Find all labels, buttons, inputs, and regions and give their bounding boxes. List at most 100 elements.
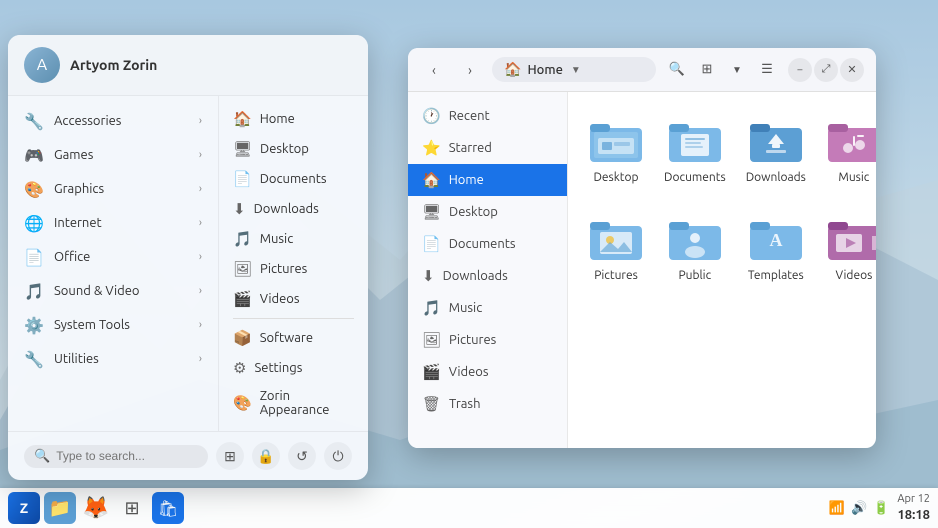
- view-chevron-button[interactable]: ▼: [724, 57, 750, 83]
- category-accessories-label: Accessories: [54, 114, 121, 128]
- folder-videos[interactable]: Videos: [822, 206, 876, 292]
- location-text: Home: [527, 63, 562, 77]
- zorin-appearance[interactable]: 🎨 Zorin Appearance: [219, 383, 368, 423]
- search-icon: 🔍: [34, 449, 50, 464]
- back-button[interactable]: ‹: [420, 56, 448, 84]
- sidebar-trash-label: Trash: [449, 397, 480, 411]
- user-name: Artyom Zorin: [70, 57, 157, 73]
- fm-win-controls: − ⤢ ✕: [788, 58, 864, 82]
- svg-text:A: A: [769, 230, 782, 250]
- forward-button[interactable]: ›: [456, 56, 484, 84]
- category-system[interactable]: ⚙️ System Tools ›: [8, 308, 218, 342]
- view-toggle-button[interactable]: ⊞: [694, 57, 720, 83]
- apps-taskbar-button[interactable]: ⊞: [116, 492, 148, 524]
- folder-music-icon: [826, 116, 876, 164]
- place-pictures[interactable]: 🖼 Pictures: [219, 254, 368, 284]
- app-menu: A Artyom Zorin 🔧 Accessories › 🎮 Games ›…: [8, 35, 368, 480]
- firefox-taskbar-button[interactable]: 🦊: [80, 492, 112, 524]
- place-desktop[interactable]: 🖥 Desktop: [219, 134, 368, 164]
- folder-pictures-icon: [588, 214, 644, 262]
- sidebar-pictures-label: Pictures: [449, 333, 496, 347]
- store-taskbar-button[interactable]: 🛍: [152, 492, 184, 524]
- folder-templates-label: Templates: [748, 268, 804, 284]
- folder-videos-icon: [826, 214, 876, 262]
- category-sound[interactable]: 🎵 Sound & Video ›: [8, 274, 218, 308]
- sidebar-recent-label: Recent: [449, 109, 490, 123]
- place-music[interactable]: 🎵 Music: [219, 224, 368, 254]
- downloads-place-icon: ⬇: [233, 200, 246, 218]
- fm-grid: Desktop Documents: [584, 108, 860, 291]
- folder-music-label: Music: [838, 170, 869, 186]
- sidebar-item-desktop[interactable]: 🖥 Desktop: [408, 196, 567, 228]
- place-desktop-label: Desktop: [260, 142, 309, 156]
- minimize-button[interactable]: −: [788, 58, 812, 82]
- category-utilities-label: Utilities: [54, 352, 99, 366]
- office-icon: 📄: [24, 247, 44, 267]
- maximize-button[interactable]: ⤢: [814, 58, 838, 82]
- category-sound-label: Sound & Video: [54, 284, 140, 298]
- search-bar[interactable]: 🔍: [24, 445, 208, 468]
- place-home-label: Home: [260, 112, 295, 126]
- sidebar-item-documents[interactable]: 📄 Documents: [408, 228, 567, 260]
- sound-icon: 🎵: [24, 281, 44, 301]
- search-button[interactable]: 🔍: [664, 57, 690, 83]
- sidebar-item-pictures[interactable]: 🖼 Pictures: [408, 324, 567, 356]
- category-internet[interactable]: 🌐 Internet ›: [8, 206, 218, 240]
- search-input[interactable]: [56, 449, 198, 463]
- folder-pictures[interactable]: Pictures: [584, 206, 648, 292]
- trash-sidebar-icon: 🗑: [422, 395, 441, 413]
- sidebar-item-trash[interactable]: 🗑 Trash: [408, 388, 567, 420]
- sidebar-music-label: Music: [449, 301, 483, 315]
- place-videos[interactable]: 🎬 Videos: [219, 284, 368, 314]
- power-button[interactable]: ⏻: [324, 442, 352, 470]
- sidebar-item-music[interactable]: 🎵 Music: [408, 292, 567, 324]
- place-documents[interactable]: 📄 Documents: [219, 164, 368, 194]
- files-taskbar-button[interactable]: 📁: [44, 492, 76, 524]
- sidebar-item-recent[interactable]: 🕐 Recent: [408, 100, 567, 132]
- location-home-icon: 🏠: [504, 61, 521, 78]
- folder-desktop[interactable]: Desktop: [584, 108, 648, 194]
- sound-arrow: ›: [199, 285, 202, 297]
- place-videos-label: Videos: [260, 292, 300, 306]
- folder-music[interactable]: Music: [822, 108, 876, 194]
- appearance-label: Zorin Appearance: [260, 389, 354, 417]
- software-icon: 📦: [233, 329, 252, 347]
- refresh-button[interactable]: ↺: [288, 442, 316, 470]
- category-graphics[interactable]: 🎨 Graphics ›: [8, 172, 218, 206]
- sys-tray-icons: 📶 🔊 🔋: [829, 501, 890, 516]
- volume-icon: 🔊: [851, 501, 867, 516]
- category-accessories[interactable]: 🔧 Accessories ›: [8, 104, 218, 138]
- internet-icon: 🌐: [24, 213, 44, 233]
- screenshot-button[interactable]: ⊞: [216, 442, 244, 470]
- folder-documents[interactable]: Documents: [660, 108, 730, 194]
- menu-button[interactable]: ☰: [754, 57, 780, 83]
- folder-templates[interactable]: A Templates: [742, 206, 810, 292]
- system-settings[interactable]: ⚙ Settings: [219, 353, 368, 383]
- sidebar-item-starred[interactable]: ⭐ Starred: [408, 132, 567, 164]
- folder-downloads[interactable]: Downloads: [742, 108, 810, 194]
- place-downloads-label: Downloads: [254, 202, 319, 216]
- lock-button[interactable]: 🔒: [252, 442, 280, 470]
- games-icon: 🎮: [24, 145, 44, 165]
- location-bar[interactable]: 🏠 Home ▼: [492, 57, 656, 82]
- place-pictures-label: Pictures: [260, 262, 307, 276]
- sidebar-item-home[interactable]: 🏠 Home: [408, 164, 567, 196]
- category-office-label: Office: [54, 250, 90, 264]
- folder-public[interactable]: Public: [660, 206, 730, 292]
- app-menu-header: A Artyom Zorin: [8, 35, 368, 96]
- home-sidebar-icon: 🏠: [422, 171, 441, 189]
- pictures-sidebar-icon: 🖼: [422, 331, 441, 349]
- category-office[interactable]: 📄 Office ›: [8, 240, 218, 274]
- close-button[interactable]: ✕: [840, 58, 864, 82]
- sidebar-item-videos[interactable]: 🎬 Videos: [408, 356, 567, 388]
- zorin-menu-button[interactable]: Z: [8, 492, 40, 524]
- place-home[interactable]: 🏠 Home: [219, 104, 368, 134]
- category-utilities[interactable]: 🔧 Utilities ›: [8, 342, 218, 376]
- category-games[interactable]: 🎮 Games ›: [8, 138, 218, 172]
- sidebar-item-downloads[interactable]: ⬇ Downloads: [408, 260, 567, 292]
- place-downloads[interactable]: ⬇ Downloads: [219, 194, 368, 224]
- category-graphics-label: Graphics: [54, 182, 104, 196]
- footer-actions: ⊞ 🔒 ↺ ⏻: [216, 442, 352, 470]
- system-software[interactable]: 📦 Software: [219, 323, 368, 353]
- videos-place-icon: 🎬: [233, 290, 252, 308]
